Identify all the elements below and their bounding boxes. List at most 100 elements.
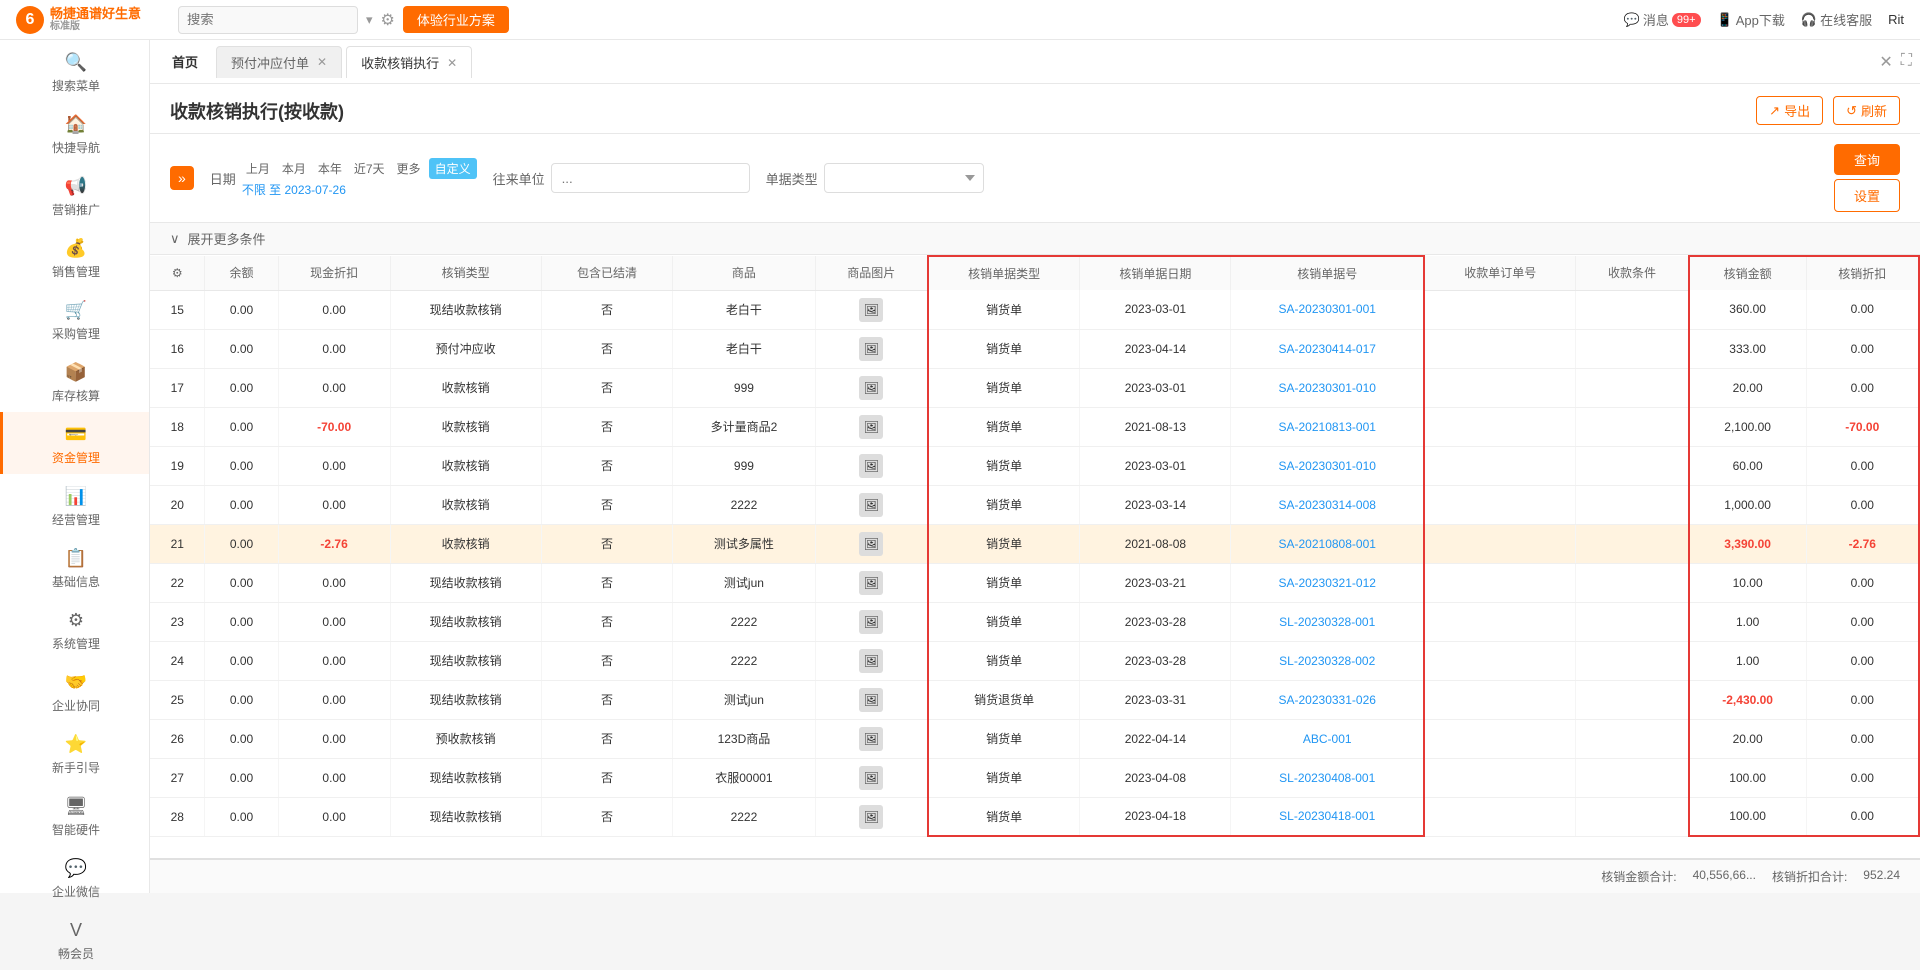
cell-writeoff-type: 现结收款核销 <box>390 758 541 797</box>
counterparty-input[interactable] <box>551 163 750 193</box>
expand-more-row[interactable]: ∨ 展开更多条件 <box>150 223 1920 255</box>
cell-includes-settled: 否 <box>541 719 673 758</box>
date-btn-more[interactable]: 更多 <box>393 158 425 179</box>
cell-writeoff-amount: 10.00 <box>1689 563 1806 602</box>
col-header-voucher-date: 核销单据日期 <box>1080 256 1231 290</box>
voucher-no-link[interactable]: SA-20210813-001 <box>1279 420 1376 434</box>
cell-receipt-terms <box>1576 680 1689 719</box>
sidebar-item-search[interactable]: 🔍 搜索菜单 <box>0 40 149 102</box>
footer-discount-label: 核销折扣合计: <box>1772 868 1847 885</box>
voucher-no-link[interactable]: SL-20230418-001 <box>1279 809 1375 823</box>
cell-voucher-type: 销货单 <box>928 485 1080 524</box>
refresh-button[interactable]: ↺ 刷新 <box>1833 96 1900 125</box>
cell-balance: 0.00 <box>205 719 278 758</box>
cell-goods: 多计量商品2 <box>673 407 815 446</box>
export-button[interactable]: ↗ 导出 <box>1756 96 1823 125</box>
cell-voucher-no: SL-20230328-002 <box>1231 641 1424 680</box>
sidebar-item-hardware[interactable]: 🖥 智能硬件 <box>0 784 149 846</box>
filter-bar: » 日期 上月 本月 本年 近7天 更多 自定义 不限 至 2023-07-26 <box>150 134 1920 223</box>
app-download-area[interactable]: 📱 App下载 <box>1717 10 1785 29</box>
member-icon: V <box>70 920 82 941</box>
cell-seq: 21 <box>150 524 205 563</box>
clipboard-icon: 📋 <box>65 548 87 569</box>
sidebar-item-inventory[interactable]: 📦 库存核算 <box>0 350 149 412</box>
query-button[interactable]: 查询 <box>1834 144 1900 175</box>
sidebar-item-sales[interactable]: 💰 销售管理 <box>0 226 149 288</box>
cell-writeoff-discount: 0.00 <box>1806 680 1919 719</box>
cell-voucher-date: 2023-03-01 <box>1080 368 1231 407</box>
voucher-no-link[interactable]: SL-20230408-001 <box>1279 771 1375 785</box>
table-row: 27 0.00 0.00 现结收款核销 否 衣服00001 🖼 销货单 2023… <box>150 758 1919 797</box>
sidebar-item-guide[interactable]: ⭐ 新手引导 <box>0 722 149 784</box>
col-header-writeoff-type: 核销类型 <box>390 256 541 290</box>
voucher-type-label: 单据类型 <box>766 169 818 188</box>
cell-goods: 2222 <box>673 797 815 836</box>
date-filter-group: 日期 上月 本月 本年 近7天 更多 自定义 不限 至 2023-07-26 <box>210 158 477 198</box>
cell-balance: 0.00 <box>205 329 278 368</box>
table-wrapper[interactable]: ⚙ 余额 现金折扣 核销类型 包含已结清 商品 商品图片 核销单据类型 核销单据… <box>150 255 1920 858</box>
search-input[interactable] <box>178 6 358 34</box>
sidebar-item-system[interactable]: ⚙ 系统管理 <box>0 598 149 660</box>
industry-btn[interactable]: 体验行业方案 <box>403 6 509 33</box>
date-btn-7days[interactable]: 近7天 <box>350 158 389 179</box>
tab-prepay[interactable]: 预付冲应付单 ✕ <box>216 46 342 78</box>
messages-area[interactable]: 💬 消息 99+ <box>1624 10 1701 29</box>
voucher-no-link[interactable]: SA-20230321-012 <box>1279 576 1376 590</box>
online-service-area[interactable]: 🎧 在线客服 <box>1801 10 1872 29</box>
tab-prepay-close[interactable]: ✕ <box>317 55 327 69</box>
page-header: 收款核销执行(按收款) ↗ 导出 ↺ 刷新 <box>150 84 1920 134</box>
voucher-no-link[interactable]: SA-20230301-010 <box>1279 381 1376 395</box>
maximize-icon[interactable]: ⛶ <box>1901 52 1912 72</box>
col-header-receipt-order: 收款单订单号 <box>1424 256 1576 290</box>
col-header-goods-image: 商品图片 <box>815 256 928 290</box>
dropdown-icon[interactable]: ▾ <box>366 12 373 28</box>
date-btn-last-month[interactable]: 上月 <box>242 158 274 179</box>
gear-icon[interactable]: ⚙ <box>381 10 395 30</box>
sidebar-item-finance[interactable]: 💳 资金管理 <box>0 412 149 474</box>
cell-receipt-terms <box>1576 368 1689 407</box>
sidebar-item-basic-info[interactable]: 📋 基础信息 <box>0 536 149 598</box>
cell-seq: 26 <box>150 719 205 758</box>
cell-writeoff-discount: 0.00 <box>1806 446 1919 485</box>
cell-balance: 0.00 <box>205 446 278 485</box>
settings-button[interactable]: 设置 <box>1834 179 1900 212</box>
messages-label: 消息 <box>1643 10 1669 29</box>
cell-voucher-date: 2023-03-01 <box>1080 446 1231 485</box>
cell-receipt-terms <box>1576 329 1689 368</box>
table-row: 16 0.00 0.00 预付冲应收 否 老白干 🖼 销货单 2023-04-1… <box>150 329 1919 368</box>
sidebar-item-enterprise[interactable]: 🤝 企业协同 <box>0 660 149 722</box>
sidebar-item-purchase[interactable]: 🛒 采购管理 <box>0 288 149 350</box>
date-btn-custom[interactable]: 自定义 <box>429 158 477 179</box>
voucher-no-link[interactable]: SL-20230328-001 <box>1279 615 1375 629</box>
voucher-no-link[interactable]: SA-20230301-010 <box>1279 459 1376 473</box>
cell-voucher-no: SA-20230321-012 <box>1231 563 1424 602</box>
phone-icon: 📱 <box>1717 12 1733 28</box>
cell-goods-image: 🖼 <box>815 446 928 485</box>
date-btn-this-year[interactable]: 本年 <box>314 158 346 179</box>
cell-seq: 23 <box>150 602 205 641</box>
tab-writeoff[interactable]: 收款核销执行 ✕ <box>346 46 472 78</box>
voucher-no-link[interactable]: ABC-001 <box>1303 732 1352 746</box>
sidebar-item-management[interactable]: 📊 经营管理 <box>0 474 149 536</box>
sidebar-item-member[interactable]: V 畅会员 <box>0 908 149 970</box>
sidebar-item-wechat[interactable]: 💬 企业微信 <box>0 846 149 908</box>
filter-toggle-btn[interactable]: » <box>170 166 194 190</box>
voucher-no-link[interactable]: SA-20230301-001 <box>1279 302 1376 316</box>
sidebar-item-nav[interactable]: 🏠 快捷导航 <box>0 102 149 164</box>
voucher-no-link[interactable]: SA-20210808-001 <box>1279 537 1376 551</box>
close-window-icon[interactable]: ✕ <box>1879 52 1892 72</box>
sidebar-item-guide-label: 新手引导 <box>52 759 100 776</box>
user-label[interactable]: Rit <box>1888 12 1904 27</box>
tab-home[interactable]: 首页 <box>158 46 212 77</box>
voucher-no-link[interactable]: SA-20230314-008 <box>1279 498 1376 512</box>
voucher-type-select[interactable] <box>824 163 984 193</box>
voucher-no-link[interactable]: SA-20230414-017 <box>1279 342 1376 356</box>
voucher-no-link[interactable]: SA-20230331-026 <box>1279 693 1376 707</box>
cell-goods-image: 🖼 <box>815 407 928 446</box>
cell-writeoff-discount: 0.00 <box>1806 758 1919 797</box>
voucher-no-link[interactable]: SL-20230328-002 <box>1279 654 1375 668</box>
date-btn-this-month[interactable]: 本月 <box>278 158 310 179</box>
cell-voucher-no: SA-20230331-026 <box>1231 680 1424 719</box>
tab-writeoff-close[interactable]: ✕ <box>447 56 457 70</box>
sidebar-item-marketing[interactable]: 📢 营销推广 <box>0 164 149 226</box>
